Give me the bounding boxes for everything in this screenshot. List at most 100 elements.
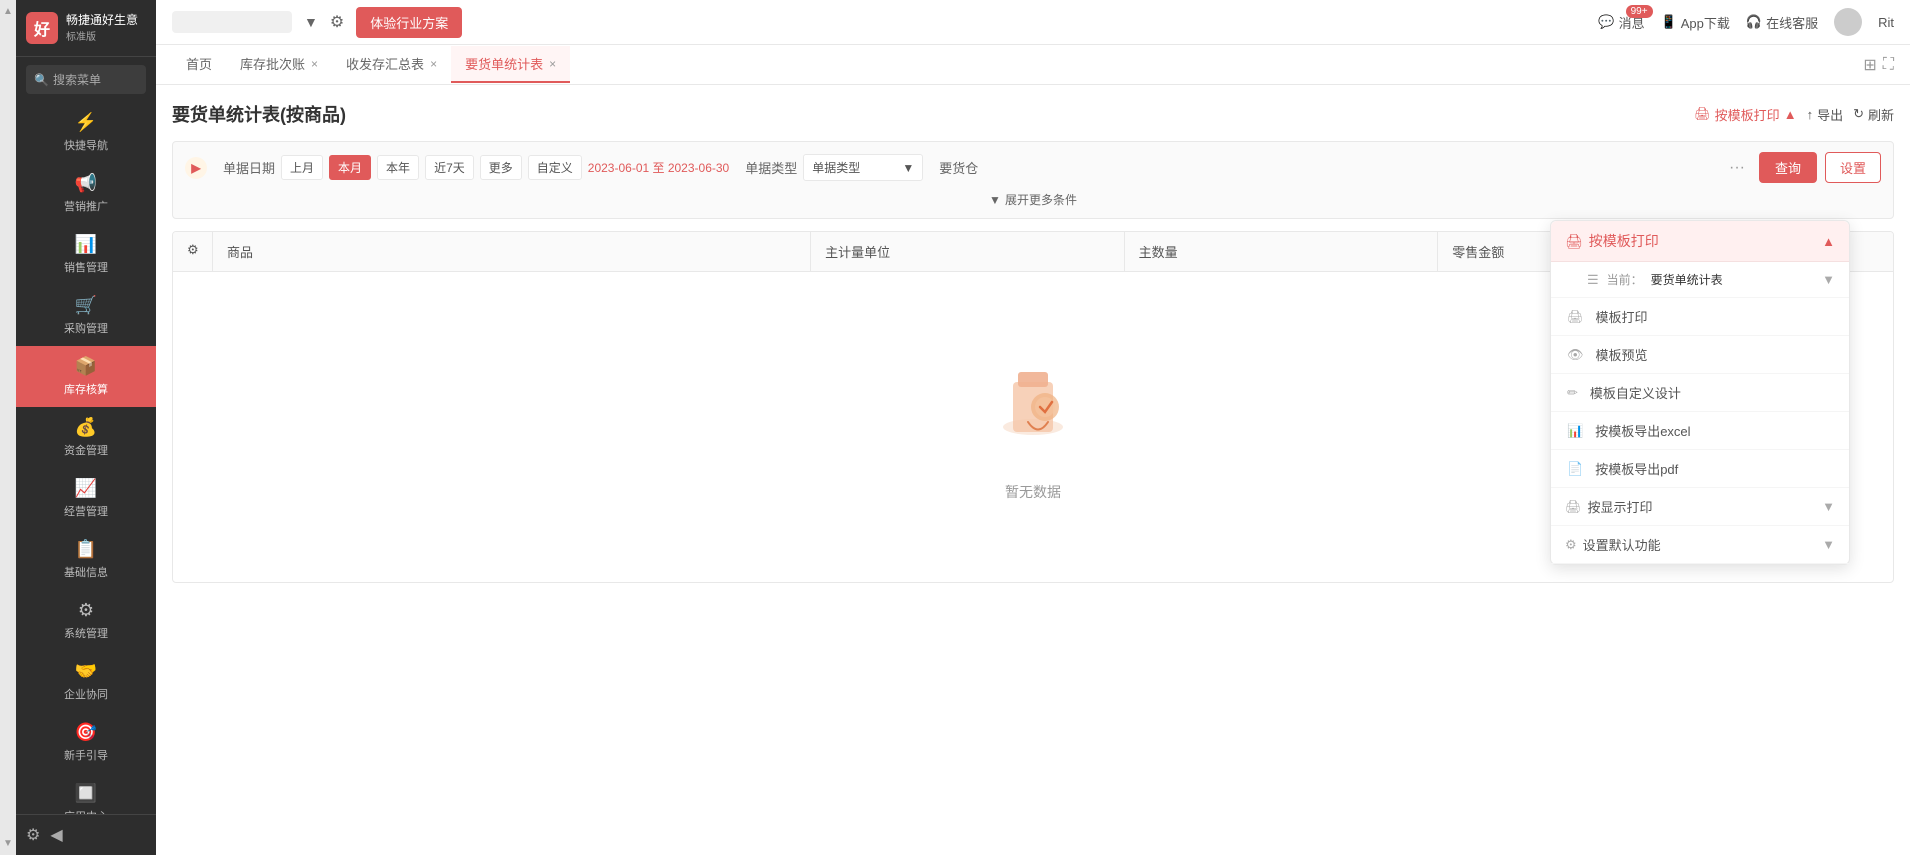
col-qty: 主数量 <box>1125 232 1439 271</box>
operations-icon: 📈 <box>75 478 97 499</box>
finance-icon: 💰 <box>75 417 97 438</box>
inventory-icon: 📦 <box>75 356 97 377</box>
user-avatar[interactable] <box>1834 8 1862 36</box>
sidebar-item-guide[interactable]: 🎯 新手引导 <box>16 712 156 773</box>
dropdown-item-template-preview[interactable]: 👁 模板预览 <box>1551 336 1849 374</box>
sidebar-item-system[interactable]: ⚙ 系统管理 <box>16 590 156 651</box>
settings-gear-icon[interactable]: ⚙ <box>26 825 40 845</box>
sidebar-nav: ⚡ 快捷导航 📢 营销推广 📊 销售管理 🛒 采购管理 📦 库存核算 💰 资金管… <box>16 102 156 814</box>
marketing-icon: 📢 <box>75 173 97 194</box>
set-default-arrow: ▼ <box>1822 537 1835 552</box>
sidebar-item-enterprise[interactable]: 🤝 企业协同 <box>16 651 156 712</box>
topbar-search-input[interactable] <box>172 11 292 33</box>
topbar-dropdown-arrow[interactable]: ▼ <box>304 14 318 30</box>
printer-dropdown-icon: 🖨 <box>1565 233 1583 250</box>
export-button[interactable]: ↑ 导出 <box>1807 105 1844 124</box>
collapse-icon[interactable]: ◀ <box>50 825 62 845</box>
template-preview-icon: 👁 <box>1567 347 1584 363</box>
tab-inventory-batch[interactable]: 库存批次账 × <box>226 46 332 83</box>
date-range-label: 2023-06-01 至 2023-06-30 <box>588 159 729 176</box>
username-label: Rit <box>1878 15 1894 30</box>
date-btn-more[interactable]: 更多 <box>480 155 522 180</box>
sidebar-item-marketing[interactable]: 📢 营销推广 <box>16 163 156 224</box>
date-btn-this-month[interactable]: 本月 <box>329 155 371 180</box>
dropdown-item-template-print[interactable]: 🖨 模板打印 <box>1551 298 1849 336</box>
date-btn-7days[interactable]: 近7天 <box>425 155 474 180</box>
enterprise-icon: 🤝 <box>75 661 97 682</box>
filter-row: ▶ 单据日期 上月 本月 本年 近7天 更多 自定义 2023-06-01 至 … <box>185 152 1881 183</box>
sidebar-scroll-down[interactable]: ▼ <box>1 836 15 851</box>
purchase-icon: 🛒 <box>75 295 97 316</box>
page-title: 要货单统计表(按商品) <box>172 101 346 127</box>
dropdown-title: 🖨 按模板打印 <box>1565 231 1659 251</box>
more-options-icon[interactable]: ··· <box>1729 159 1745 177</box>
sidebar-item-inventory[interactable]: 📦 库存核算 <box>16 346 156 407</box>
sidebar-item-sales[interactable]: 📊 销售管理 <box>16 224 156 285</box>
sidebar-search-area[interactable]: 🔍 搜索菜单 <box>16 57 156 102</box>
date-label: 单据日期 <box>223 158 275 177</box>
refresh-button[interactable]: ↻ 刷新 <box>1853 105 1894 124</box>
tab-order-stats[interactable]: 要货单统计表 × <box>451 46 570 83</box>
dropdown-item-set-default[interactable]: ⚙ 设置默认功能 ▼ <box>1551 526 1849 564</box>
dropdown-item-template-pdf[interactable]: 📄 按模板导出pdf <box>1551 450 1849 488</box>
template-print-icon: 🖨 <box>1567 309 1584 325</box>
dropdown-item-current[interactable]: ☰ 当前： 要货单统计表 ▼ <box>1551 262 1849 298</box>
tab-expand-icon[interactable]: ⊞ <box>1863 55 1876 75</box>
topbar-gear-icon[interactable]: ⚙ <box>330 12 344 32</box>
sidebar-item-operations[interactable]: 📈 经营管理 <box>16 468 156 529</box>
print-arrow-up-icon: ▲ <box>1784 107 1797 122</box>
col-gear[interactable]: ⚙ <box>173 232 213 271</box>
col-product: 商品 <box>213 232 811 271</box>
current-label-text: 当前： <box>1607 271 1643 288</box>
system-icon: ⚙ <box>78 600 94 621</box>
trial-button[interactable]: 体验行业方案 <box>356 7 462 38</box>
tab-fullscreen-icon[interactable]: ⛶ <box>1883 56 1894 74</box>
expand-icon: ▼ <box>989 193 1001 207</box>
pdf-icon: 📄 <box>1567 461 1583 477</box>
export-icon: ↑ <box>1807 107 1814 122</box>
print-dropdown-menu: 🖨 按模板打印 ▲ ☰ 当前： 要货单统计表 ▼ 🖨 模板打印 👁 模板预览 ✏ <box>1550 220 1850 565</box>
tabbar: 首页 库存批次账 × 收发存汇总表 × 要货单统计表 × ⊞ ⛶ <box>156 45 1910 85</box>
sidebar-item-basic[interactable]: 📋 基础信息 <box>16 529 156 590</box>
current-value-text: 要货单统计表 <box>1651 271 1723 288</box>
guide-icon: 🎯 <box>75 722 97 743</box>
sidebar-item-quick-nav[interactable]: ⚡ 快捷导航 <box>16 102 156 163</box>
col-unit: 主计量单位 <box>811 232 1125 271</box>
dropdown-item-template-custom[interactable]: ✏ 模板自定义设计 <box>1551 374 1849 412</box>
sidebar-bottom: ⚙ ◀ <box>16 814 156 855</box>
date-btn-this-year[interactable]: 本年 <box>377 155 419 180</box>
message-button[interactable]: 💬 消息 99+ <box>1598 13 1644 32</box>
settings-button[interactable]: 设置 <box>1825 152 1881 183</box>
type-filter-item: 单据类型 单据类型 ▼ <box>745 154 923 181</box>
print-button[interactable]: 🖨 按模板打印 ▲ <box>1694 105 1796 124</box>
template-custom-icon: ✏ <box>1567 385 1578 401</box>
tab-collection-summary[interactable]: 收发存汇总表 × <box>332 46 451 83</box>
sidebar-item-finance[interactable]: 💰 资金管理 <box>16 407 156 468</box>
app-download-button[interactable]: 📱 App下载 <box>1661 13 1730 32</box>
sidebar-scroll-up[interactable]: ▲ <box>1 4 15 19</box>
topbar-right: 💬 消息 99+ 📱 App下载 🎧 在线客服 Rit <box>1598 8 1894 36</box>
refresh-icon: ↻ <box>1853 106 1864 122</box>
search-icon: 🔍 <box>34 73 49 87</box>
dropdown-close-arrow[interactable]: ▲ <box>1822 234 1835 249</box>
search-menu-button[interactable]: 🔍 搜索菜单 <box>26 65 146 94</box>
sidebar-item-app-center[interactable]: 🔲 应用中心 <box>16 773 156 814</box>
tab-home[interactable]: 首页 <box>172 46 226 83</box>
date-btn-custom[interactable]: 自定义 <box>528 155 582 180</box>
sidebar-item-purchase[interactable]: 🛒 采购管理 <box>16 285 156 346</box>
tab-close-inventory-batch[interactable]: × <box>311 57 318 71</box>
sales-icon: 📊 <box>75 234 97 255</box>
type-select[interactable]: 单据类型 ▼ <box>803 154 923 181</box>
dropdown-header: 🖨 按模板打印 ▲ <box>1551 221 1849 262</box>
online-service-button[interactable]: 🎧 在线客服 <box>1746 13 1818 32</box>
tab-close-order-stats[interactable]: × <box>549 57 556 71</box>
filter-expand-button[interactable]: ▶ <box>185 157 207 179</box>
display-print-arrow: ▼ <box>1822 499 1835 514</box>
query-button[interactable]: 查询 <box>1759 152 1817 183</box>
date-btn-last-month[interactable]: 上月 <box>281 155 323 180</box>
dropdown-item-template-excel[interactable]: 📊 按模板导出excel <box>1551 412 1849 450</box>
set-default-icon: ⚙ <box>1565 537 1577 553</box>
expand-more-button[interactable]: ▼ 展开更多条件 <box>989 191 1077 208</box>
tab-close-collection-summary[interactable]: × <box>430 57 437 71</box>
dropdown-item-display-print[interactable]: 🖨 按显示打印 ▼ <box>1551 488 1849 526</box>
